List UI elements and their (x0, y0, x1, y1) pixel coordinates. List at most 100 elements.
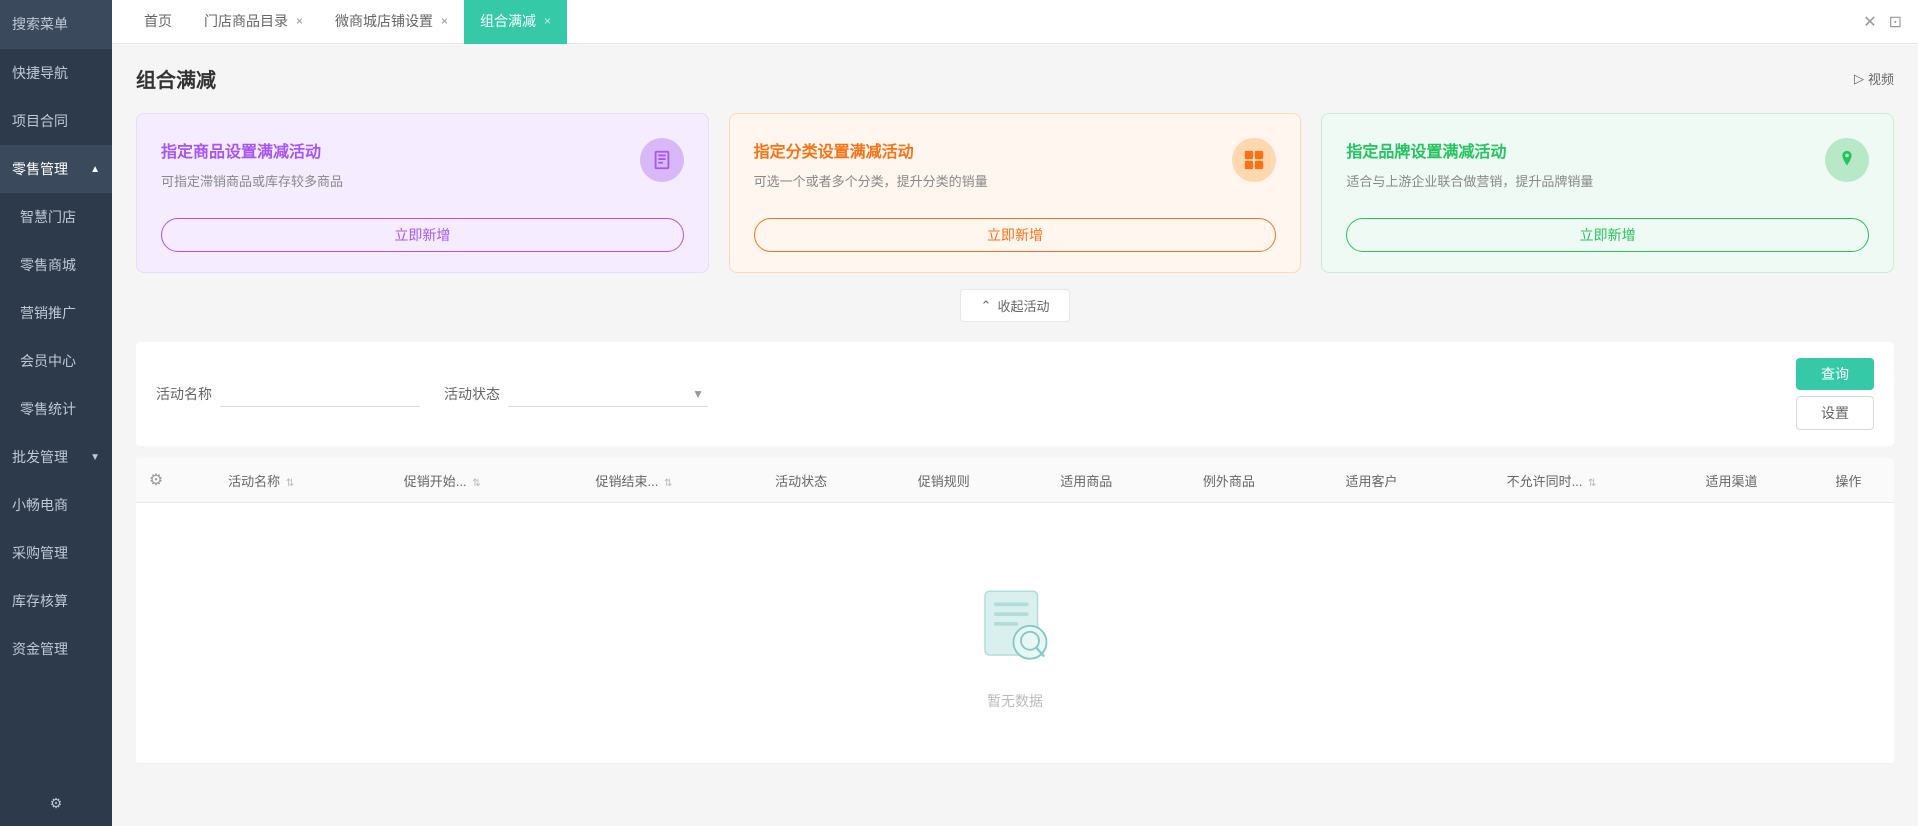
sidebar-item-label: 小畅电商 (12, 495, 68, 515)
sidebar-item-project-contract[interactable]: 项目合同 (0, 97, 112, 145)
sidebar-item-retail-mgmt[interactable]: 零售管理 ▲ (0, 145, 112, 193)
empty-illustration (955, 575, 1075, 675)
sort-icon[interactable]: ⇅ (664, 478, 672, 489)
table-col-operation: 操作 (1803, 458, 1894, 503)
chevron-up-icon: ⌃ (981, 298, 992, 314)
activity-name-input[interactable] (220, 382, 420, 407)
tab-combo-discount[interactable]: 组合满减 × (464, 0, 567, 44)
card-by-category-btn[interactable]: 立即新增 (754, 218, 1277, 252)
sidebar-item-label: 营销推广 (20, 303, 76, 323)
tab-combo-discount-close[interactable]: × (544, 14, 551, 28)
table-col-not-allow-concurrent: 不允许同时... ⇅ (1443, 458, 1661, 503)
card-by-brand-title: 指定品牌设置满减活动 (1346, 138, 1869, 162)
card-by-product: 指定商品设置满减活动 可指定滞销商品或库存较多商品 立即新增 (136, 113, 709, 273)
collapse-bar: ⌃ 收起活动 (136, 289, 1894, 322)
filter-row: 活动名称 活动状态 进行中 未开始 已结束 ▼ 查询 设置 (136, 342, 1894, 446)
table-col-applicable-channel: 适用渠道 (1660, 458, 1803, 503)
tab-bar: 首页 门店商品目录 × 微商城店铺设置 × 组合满减 × ✕ ⊡ (112, 0, 1918, 44)
table-col-promo-rule: 促销规则 (872, 458, 1015, 503)
close-window-btn[interactable]: ✕ (1863, 12, 1876, 32)
tab-wechat-store-close[interactable]: × (441, 14, 448, 28)
page-header: 组合满减 ▷ 视频 (136, 64, 1894, 93)
sidebar-item-smart-store[interactable]: 智慧门店 (0, 193, 112, 241)
table-gear-icon[interactable]: ⚙ (149, 472, 163, 489)
activity-table: ⚙ 活动名称 ⇅ 促销开始... ⇅ 促销结束... ⇅ (136, 458, 1894, 764)
window-controls: ✕ ⊡ (1863, 12, 1902, 32)
video-link[interactable]: ▷ 视频 (1854, 69, 1894, 88)
card-by-brand-btn[interactable]: 立即新增 (1346, 218, 1869, 252)
activity-status-label: 活动状态 (444, 384, 500, 404)
chevron-up-icon: ▲ (90, 164, 100, 175)
sidebar-item-wholesale-mgmt[interactable]: 批发管理 ▼ (0, 433, 112, 481)
table-col-activity-status: 活动状态 (730, 458, 873, 503)
sidebar-item-label: 库存核算 (12, 591, 68, 611)
sidebar-item-retail-stats[interactable]: 零售统计 (0, 385, 112, 433)
filter-actions: 查询 设置 (1796, 358, 1874, 430)
activity-status-select[interactable]: 进行中 未开始 已结束 (508, 382, 708, 407)
sidebar-item-xc-ecommerce[interactable]: 小畅电商 (0, 481, 112, 529)
empty-state-cell: 暂无数据 (136, 503, 1894, 764)
table-body: 暂无数据 (136, 503, 1894, 764)
page-title: 组合满减 (136, 64, 216, 93)
sidebar-item-label: 项目合同 (12, 111, 68, 131)
tab-wechat-store[interactable]: 微商城店铺设置 × (319, 0, 464, 44)
card-by-brand-icon (1825, 138, 1869, 182)
cards-row: 指定商品设置满减活动 可指定滞销商品或库存较多商品 立即新增 指定分类设置满减活… (136, 113, 1894, 273)
card-by-product-btn[interactable]: 立即新增 (161, 218, 684, 252)
sidebar-item-label: 快捷导航 (12, 63, 68, 83)
sidebar-search[interactable]: 搜索菜单 (0, 0, 112, 49)
table-container: ⚙ 活动名称 ⇅ 促销开始... ⇅ 促销结束... ⇅ (136, 458, 1894, 764)
maximize-window-btn[interactable]: ⊡ (1889, 12, 1902, 32)
table-col-promo-end: 促销结束... ⇅ (538, 458, 730, 503)
sidebar-settings-btn[interactable]: ⚙ (0, 781, 112, 826)
sidebar-item-purchase-mgmt[interactable]: 采购管理 (0, 529, 112, 577)
sidebar-item-marketing[interactable]: 营销推广 (0, 289, 112, 337)
table-col-promo-start: 促销开始... ⇅ (346, 458, 538, 503)
card-by-category-title: 指定分类设置满减活动 (754, 138, 1277, 162)
tab-home[interactable]: 首页 (128, 0, 188, 44)
empty-text: 暂无数据 (987, 691, 1043, 711)
play-icon: ▷ (1854, 71, 1864, 87)
table-col-activity-name: 活动名称 ⇅ (176, 458, 346, 503)
settings-button[interactable]: 设置 (1796, 396, 1874, 430)
sidebar-item-label: 智慧门店 (20, 207, 76, 227)
card-by-category: 指定分类设置满减活动 可选一个或者多个分类，提升分类的销量 立即新增 (729, 113, 1302, 273)
card-by-product-desc: 可指定滞销商品或库存较多商品 (161, 172, 684, 202)
chevron-down-icon: ▼ (90, 452, 100, 463)
empty-state-row: 暂无数据 (136, 503, 1894, 764)
filter-activity-status: 活动状态 进行中 未开始 已结束 ▼ (444, 382, 708, 407)
collapse-activities-btn[interactable]: ⌃ 收起活动 (960, 289, 1071, 322)
sidebar-item-retail-mall[interactable]: 零售商城 (0, 241, 112, 289)
empty-state: 暂无数据 (146, 515, 1884, 751)
card-by-product-icon (640, 138, 684, 182)
sidebar: 搜索菜单 快捷导航 项目合同 零售管理 ▲ 智慧门店 零售商城 营销推广 会员中… (0, 0, 112, 826)
sidebar-item-label: 零售统计 (20, 399, 76, 419)
sidebar-item-label: 批发管理 (12, 447, 68, 467)
sort-icon[interactable]: ⇅ (1588, 478, 1596, 489)
sidebar-item-label: 会员中心 (20, 351, 76, 371)
card-by-brand-desc: 适合与上游企业联合做营销，提升品牌销量 (1346, 172, 1869, 202)
table-col-gear: ⚙ (136, 458, 176, 503)
sort-icon[interactable]: ⇅ (286, 478, 294, 489)
card-by-category-desc: 可选一个或者多个分类，提升分类的销量 (754, 172, 1277, 202)
table-col-applicable-goods: 适用商品 (1015, 458, 1158, 503)
activity-name-label: 活动名称 (156, 384, 212, 404)
sidebar-item-member-center[interactable]: 会员中心 (0, 337, 112, 385)
query-button[interactable]: 查询 (1796, 358, 1874, 390)
sidebar-item-quick-nav[interactable]: 快捷导航 (0, 49, 112, 97)
sidebar-item-label: 采购管理 (12, 543, 68, 563)
main-area: 首页 门店商品目录 × 微商城店铺设置 × 组合满减 × ✕ ⊡ 组合满减 ▷ … (112, 0, 1918, 826)
tab-store-catalog[interactable]: 门店商品目录 × (188, 0, 319, 44)
sidebar-item-label: 零售商城 (20, 255, 76, 275)
sort-icon[interactable]: ⇅ (472, 478, 480, 489)
card-by-product-title: 指定商品设置满减活动 (161, 138, 684, 162)
card-by-brand: 指定品牌设置满减活动 适合与上游企业联合做营销，提升品牌销量 立即新增 (1321, 113, 1894, 273)
tab-store-catalog-close[interactable]: × (296, 14, 303, 28)
sidebar-item-inventory-calc[interactable]: 库存核算 (0, 577, 112, 625)
filter-activity-name: 活动名称 (156, 382, 420, 407)
sidebar-item-label: 资金管理 (12, 639, 68, 659)
table-col-exception-goods: 例外商品 (1158, 458, 1301, 503)
gear-icon: ⚙ (50, 795, 63, 812)
sidebar-item-finance-mgmt[interactable]: 资金管理 (0, 625, 112, 673)
sidebar-item-label: 零售管理 (12, 159, 68, 179)
